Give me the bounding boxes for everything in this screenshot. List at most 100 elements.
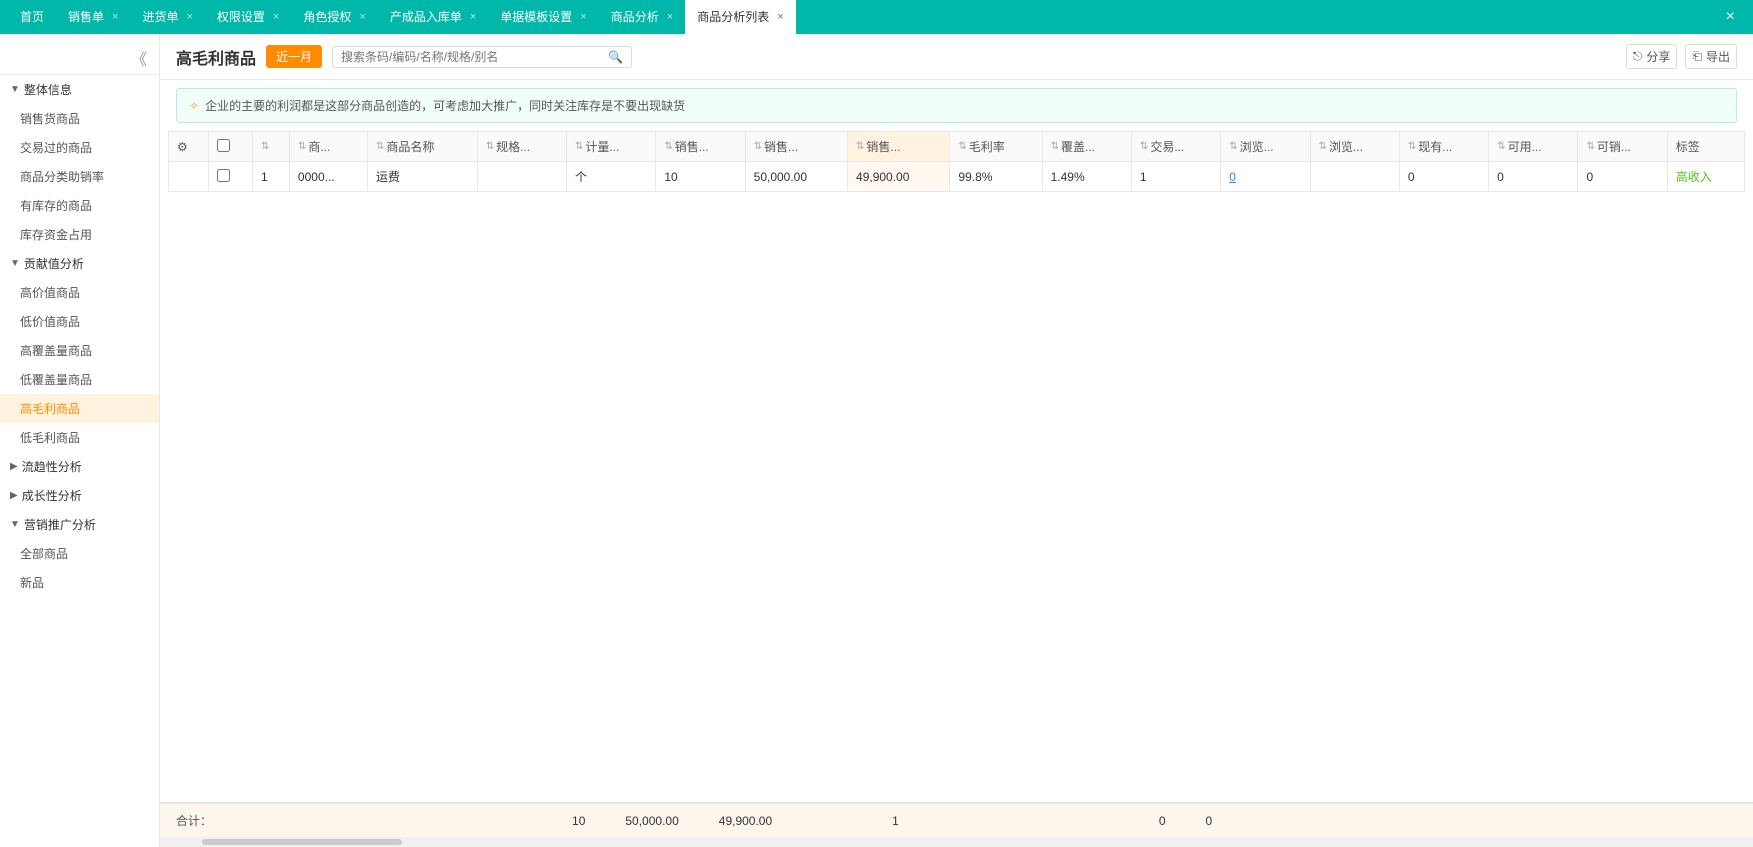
col-stock-now[interactable]: ⇅现有...: [1399, 132, 1488, 162]
sidebar-item-low-coverage[interactable]: 低覆盖量商品: [0, 365, 159, 394]
top-navigation: 首页 销售单 × 进货单 × 权限设置 × 角色授权 × 产成品入库单 × 单据…: [0, 0, 1753, 34]
data-table: ⚙ ⇅ ⇅商... ⇅商品名称 ⇅规格... ⇅计量... ⇅销售... ⇅销售…: [168, 131, 1745, 192]
nav-purchase-close[interactable]: ×: [186, 0, 192, 34]
info-banner: ✧ 企业的主要的利润都是这部分商品创造的，可考虑加大推广，同时关注库存是不要出现…: [176, 88, 1737, 123]
cell-tag-0: 高收入: [1667, 162, 1744, 192]
sidebar-item-stocked-goods[interactable]: 有库存的商品: [0, 191, 159, 220]
table-header-row: ⚙ ⇅ ⇅商... ⇅商品名称 ⇅规格... ⇅计量... ⇅销售... ⇅销售…: [169, 132, 1745, 162]
export-btn[interactable]: ⎗ 导出: [1685, 44, 1737, 69]
col-settings[interactable]: ⚙: [169, 132, 209, 162]
nav-product-analysis[interactable]: 商品分析 ×: [599, 0, 685, 34]
info-banner-text: 企业的主要的利润都是这部分商品创造的，可考虑加大推广，同时关注库存是不要出现缺货: [205, 97, 685, 114]
col-name[interactable]: ⇅商品名称: [368, 132, 478, 162]
sidebar-collapse-btn[interactable]: 《: [127, 46, 151, 70]
col-view1[interactable]: ⇅浏览...: [1221, 132, 1310, 162]
cell-sales-cost-0: 49,900.00: [848, 162, 950, 192]
nav-product-in-close[interactable]: ×: [470, 0, 476, 34]
cell-coverage-0: 1.49%: [1042, 162, 1131, 192]
sidebar-item-low-value[interactable]: 低价值商品: [0, 307, 159, 336]
filter-recent-month-btn[interactable]: 近一月: [266, 45, 322, 68]
cell-name-0: 运费: [368, 162, 478, 192]
nav-permission[interactable]: 权限设置 ×: [205, 0, 291, 34]
section-trend-arrow: ▶: [10, 461, 18, 472]
col-index: ⇅: [253, 132, 290, 162]
nav-permission-close[interactable]: ×: [273, 0, 279, 34]
cell-sales-amount-0: 50,000.00: [745, 162, 847, 192]
nav-purchase[interactable]: 进货单 ×: [130, 0, 204, 34]
sidebar-item-low-margin[interactable]: 低毛利商品: [0, 423, 159, 452]
nav-product-in[interactable]: 产成品入库单 ×: [378, 0, 488, 34]
export-icon: ⎗: [1692, 49, 1702, 64]
action-buttons: ⎋ 分享 ⎗ 导出: [1626, 44, 1737, 69]
nav-sales[interactable]: 销售单 ×: [56, 0, 130, 34]
section-growth-arrow: ▶: [10, 490, 18, 501]
col-checkbox[interactable]: [209, 132, 253, 162]
cell-trade-0: 1: [1131, 162, 1220, 192]
col-trade[interactable]: ⇅交易...: [1131, 132, 1220, 162]
section-marketing[interactable]: ▼ 营销推广分析: [0, 510, 159, 539]
cell-view1-0[interactable]: 0: [1221, 162, 1310, 192]
content-area: 高毛利商品 近一月 🔍 ⎋ 分享 ⎗ 导出 ✧ 企业的主要的利润都是这部分商品创…: [160, 34, 1753, 847]
search-box[interactable]: 🔍: [332, 46, 632, 68]
content-header: 高毛利商品 近一月 🔍 ⎋ 分享 ⎗ 导出: [160, 34, 1753, 80]
select-all-checkbox[interactable]: [217, 139, 230, 152]
table-row: 1 0000... 运费 个 10 50,000.00 49,900.00 99…: [169, 162, 1745, 192]
share-btn[interactable]: ⎋ 分享: [1626, 44, 1678, 69]
nav-product-analysis-list-close[interactable]: ×: [777, 0, 783, 34]
nav-sales-close[interactable]: ×: [112, 0, 118, 34]
cell-stock-sale-0: 0: [1578, 162, 1667, 192]
col-tag: 标签: [1667, 132, 1744, 162]
sidebar-item-sales-goods[interactable]: 销售货商品: [0, 104, 159, 133]
footer-sales-qty: 10: [572, 814, 585, 828]
window-close-btn[interactable]: ×: [1716, 8, 1745, 26]
col-stock-avail[interactable]: ⇅可用...: [1489, 132, 1578, 162]
section-growth[interactable]: ▶ 成长性分析: [0, 481, 159, 510]
search-icon[interactable]: 🔍: [608, 50, 623, 64]
horizontal-scrollbar[interactable]: [160, 837, 1753, 847]
col-spec[interactable]: ⇅规格...: [477, 132, 566, 162]
col-unit[interactable]: ⇅计量...: [567, 132, 656, 162]
section-contribution-arrow: ▼: [10, 258, 20, 269]
table-wrapper: ⚙ ⇅ ⇅商... ⇅商品名称 ⇅规格... ⇅计量... ⇅销售... ⇅销售…: [160, 131, 1753, 802]
section-contribution[interactable]: ▼ 贡献值分析: [0, 249, 159, 278]
col-code[interactable]: ⇅商...: [289, 132, 367, 162]
footer-stock-sale: 0: [1206, 814, 1213, 828]
footer-label: 合计：: [176, 812, 212, 829]
main-layout: 《 ▼ 整体信息 销售货商品 交易过的商品 商品分类助销率 有库存的商品 库存资…: [0, 34, 1753, 847]
sidebar-item-all-goods[interactable]: 全部商品: [0, 539, 159, 568]
sidebar-item-category-rate[interactable]: 商品分类助销率: [0, 162, 159, 191]
cell-code-0: 0000...: [289, 162, 367, 192]
nav-role[interactable]: 角色授权 ×: [291, 0, 377, 34]
row-checkbox-0[interactable]: [217, 169, 230, 182]
nav-product-analysis-close[interactable]: ×: [667, 0, 673, 34]
sidebar-item-high-coverage[interactable]: 高覆盖量商品: [0, 336, 159, 365]
cell-view2-0: [1310, 162, 1399, 192]
section-overall[interactable]: ▼ 整体信息: [0, 75, 159, 104]
nav-role-close[interactable]: ×: [359, 0, 365, 34]
cell-stock-avail-0: 0: [1489, 162, 1578, 192]
sidebar-item-high-value[interactable]: 高价值商品: [0, 278, 159, 307]
nav-home[interactable]: 首页: [8, 0, 56, 34]
col-stock-sale[interactable]: ⇅可销...: [1578, 132, 1667, 162]
cell-checkbox-0[interactable]: [209, 162, 253, 192]
sidebar-item-capital[interactable]: 库存资金占用: [0, 220, 159, 249]
col-gross-margin[interactable]: ⇅毛利率: [950, 132, 1042, 162]
col-coverage[interactable]: ⇅覆盖...: [1042, 132, 1131, 162]
sidebar-item-high-margin[interactable]: 高毛利商品: [0, 394, 159, 423]
share-icon: ⎋: [1633, 49, 1643, 64]
nav-template[interactable]: 单据模板设置 ×: [488, 0, 598, 34]
section-trend[interactable]: ▶ 流趋性分析: [0, 452, 159, 481]
cell-index-0: 1: [253, 162, 290, 192]
nav-template-close[interactable]: ×: [580, 0, 586, 34]
sidebar-item-new-goods[interactable]: 新品: [0, 568, 159, 597]
scroll-thumb[interactable]: [202, 839, 402, 845]
col-sales-amount[interactable]: ⇅销售...: [745, 132, 847, 162]
footer-stock-avail: 0: [1159, 814, 1166, 828]
col-sales-qty[interactable]: ⇅销售...: [656, 132, 745, 162]
footer-sales-amount: 50,000.00: [625, 814, 678, 828]
col-sales-cost[interactable]: ⇅销售...: [848, 132, 950, 162]
sidebar-item-traded-goods[interactable]: 交易过的商品: [0, 133, 159, 162]
col-view2[interactable]: ⇅浏览...: [1310, 132, 1399, 162]
nav-product-analysis-list[interactable]: 商品分析列表 ×: [685, 0, 795, 34]
search-input[interactable]: [341, 50, 608, 64]
